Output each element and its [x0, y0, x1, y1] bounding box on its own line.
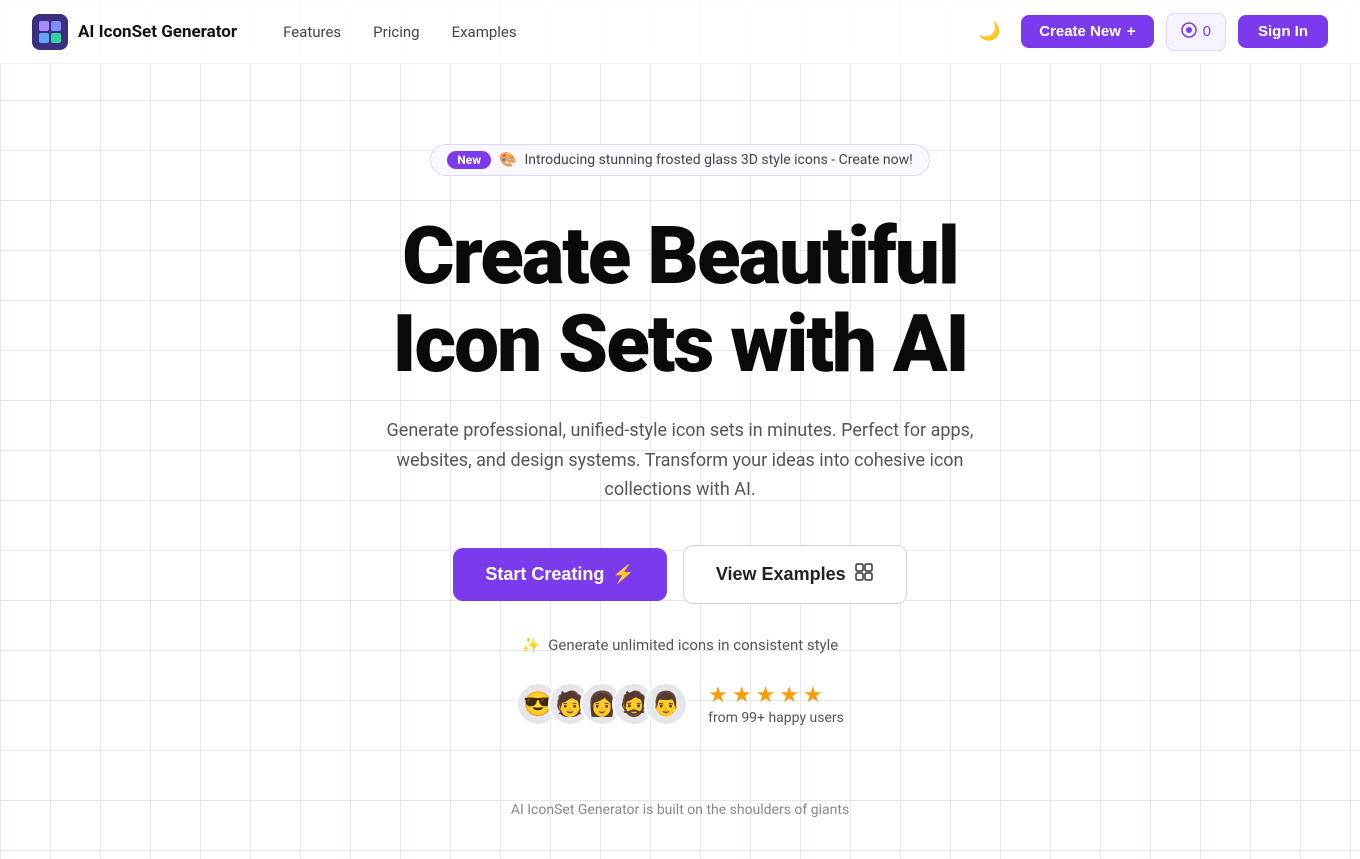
footer-teaser-text: AI IconSet Generator is built on the sho… [511, 802, 849, 818]
rating-text: from 99+ happy users [708, 710, 844, 726]
nav-features[interactable]: Features [269, 17, 355, 47]
view-examples-label: View Examples [716, 564, 846, 585]
hero-subheadline: Generate professional, unified-style ico… [370, 416, 990, 505]
avatar-group: 😎 🧑 👩 🧔 👨 [516, 682, 688, 726]
sparkle-emoji: ✨ [522, 636, 541, 654]
view-examples-button[interactable]: View Examples [683, 545, 907, 604]
logo-title: AI IconSet Generator [78, 22, 237, 42]
plus-icon: + [1127, 23, 1136, 40]
signin-button[interactable]: Sign In [1238, 15, 1328, 48]
sparkle-label: Generate unlimited icons in consistent s… [548, 636, 838, 654]
star-1: ★ [708, 683, 728, 708]
lightning-icon: ⚡ [612, 564, 634, 585]
star-2: ★ [732, 683, 752, 708]
nav-examples[interactable]: Examples [438, 17, 531, 47]
hero-headline: Create Beautiful Icon Sets with AI [392, 212, 967, 388]
create-new-label: Create New [1039, 23, 1121, 40]
star-rating: ★ ★ ★ ★ ★ [708, 683, 844, 708]
badge-emoji: 🎨 [499, 152, 516, 168]
nav-links: Features Pricing Examples [269, 17, 531, 47]
nav-right: 🌙 Create New + 0 Sign In [969, 12, 1328, 52]
logo-icon [32, 14, 68, 50]
credits-count: 0 [1203, 23, 1211, 40]
footer-teaser: AI IconSet Generator is built on the sho… [0, 786, 1360, 834]
avatar-5: 👨 [644, 682, 688, 726]
announcement-badge: New 🎨 Introducing stunning frosted glass… [430, 144, 929, 176]
star-4: ★ [779, 683, 799, 708]
headline-line2: Icon Sets with AI [392, 297, 967, 391]
start-creating-button[interactable]: Start Creating ⚡ [453, 548, 666, 601]
sparkle-feature-text: ✨ Generate unlimited icons in consistent… [522, 636, 838, 654]
credits-icon [1181, 22, 1197, 42]
theme-toggle-button[interactable]: 🌙 [969, 12, 1009, 52]
star-3: ★ [756, 683, 776, 708]
nav-left: AI IconSet Generator Features Pricing Ex… [32, 14, 531, 50]
hero-section: New 🎨 Introducing stunning frosted glass… [0, 64, 1360, 786]
cta-group: Start Creating ⚡ View Examples [453, 545, 906, 604]
credits-button[interactable]: 0 [1166, 13, 1226, 51]
headline-line1: Create Beautiful [402, 209, 958, 303]
social-proof: 😎 🧑 👩 🧔 👨 ★ ★ ★ ★ ★ from 99+ happy users [516, 682, 844, 726]
moon-icon: 🌙 [978, 21, 1000, 42]
navbar: AI IconSet Generator Features Pricing Ex… [0, 0, 1360, 64]
badge-new-label: New [447, 151, 491, 169]
logo[interactable]: AI IconSet Generator [32, 14, 237, 50]
nav-pricing[interactable]: Pricing [359, 17, 433, 47]
badge-text: Introducing stunning frosted glass 3D st… [524, 152, 912, 168]
start-creating-label: Start Creating [485, 564, 604, 585]
create-new-button[interactable]: Create New + [1021, 15, 1153, 48]
gallery-icon [854, 562, 874, 587]
star-5: ★ [803, 683, 823, 708]
rating-block: ★ ★ ★ ★ ★ from 99+ happy users [708, 683, 844, 726]
